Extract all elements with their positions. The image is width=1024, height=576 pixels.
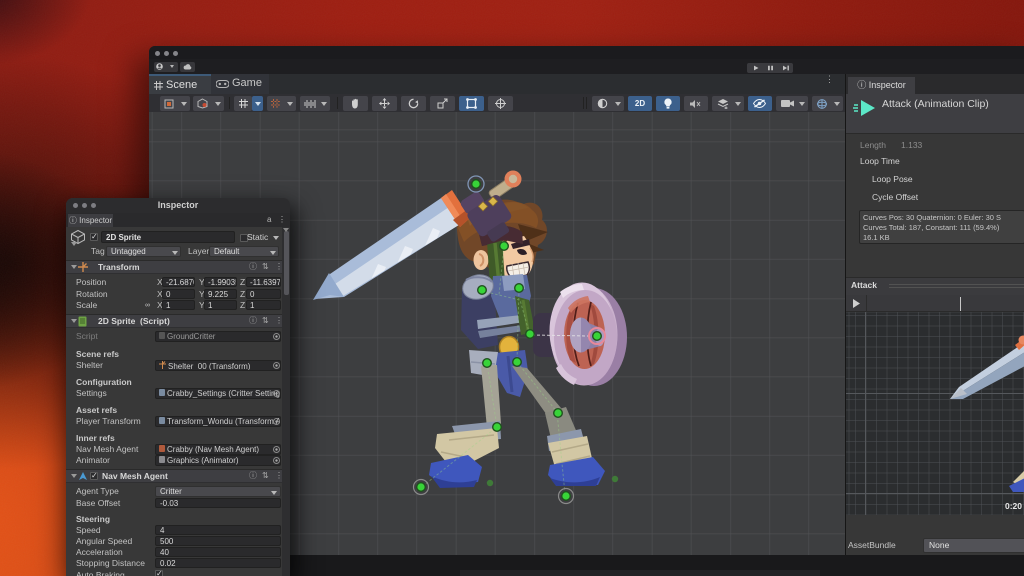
svg-text:0:20: 0:20	[1005, 501, 1022, 511]
